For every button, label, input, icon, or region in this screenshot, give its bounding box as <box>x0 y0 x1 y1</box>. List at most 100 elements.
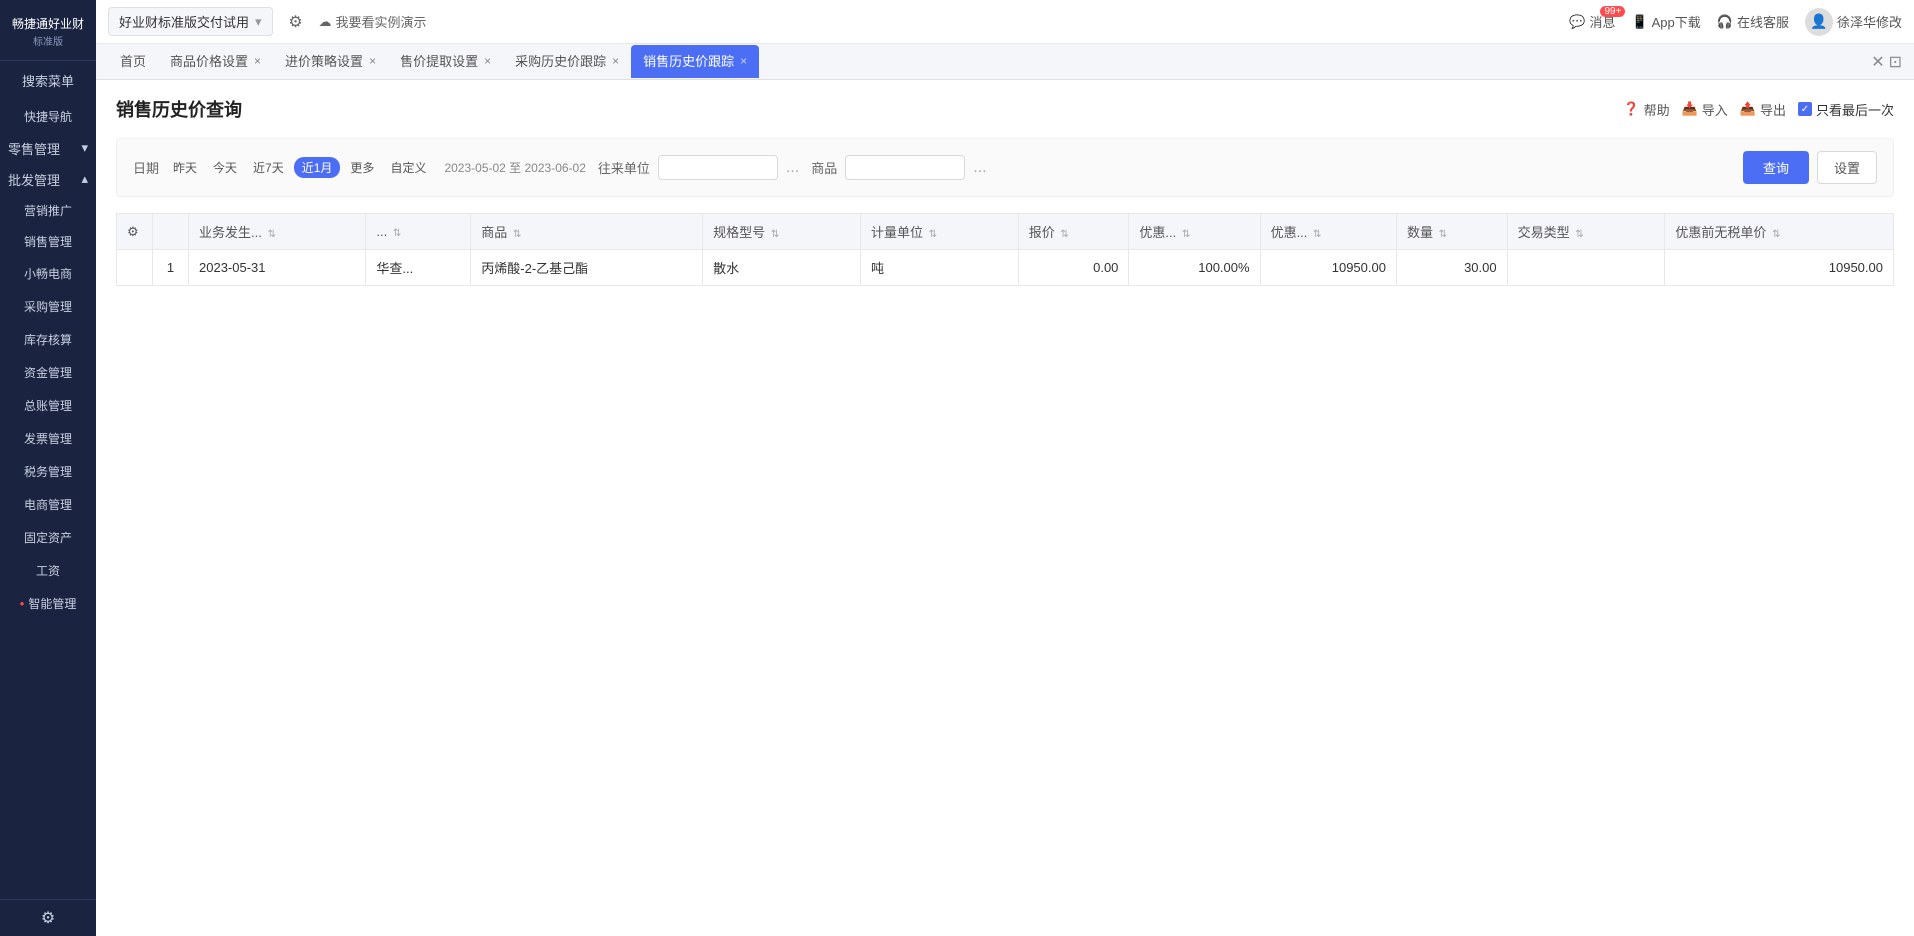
page-title: 销售历史价查询 <box>116 96 242 122</box>
sidebar-item-tax[interactable]: 税务管理 <box>0 455 96 488</box>
tab-sale-history-label: 销售历史价跟踪 <box>643 51 734 70</box>
export-label: 导出 <box>1760 100 1786 119</box>
td-idx: 1 <box>153 250 189 286</box>
sidebar-item-wholesale[interactable]: 批发管理 ▴ <box>0 164 96 195</box>
th-more-cols[interactable]: ... ⇅ <box>366 214 471 250</box>
sidebar-settings-icon[interactable]: ⚙ <box>8 908 88 928</box>
filter-bar: 日期 昨天 今天 近7天 近1月 更多 自定义 2023-05-02 至 202… <box>116 138 1894 197</box>
user-info[interactable]: 👤 徐泽华修改 <box>1805 8 1902 36</box>
sidebar-item-ecommerce[interactable]: 电商管理 <box>0 488 96 521</box>
tab-bar-actions: ✕ ⊡ <box>1871 52 1902 72</box>
export-button[interactable]: 📤 导出 <box>1740 100 1786 119</box>
tab-product-price[interactable]: 商品价格设置 × <box>158 45 273 78</box>
tab-home-label: 首页 <box>120 51 146 70</box>
tab-sale-extract-label: 售价提取设置 <box>400 51 478 70</box>
sort-icon-discount2: ⇅ <box>1313 229 1321 240</box>
sidebar-search[interactable]: 搜索菜单 <box>0 61 96 100</box>
online-service-label: 在线客服 <box>1737 12 1789 31</box>
tab-sale-extract[interactable]: 售价提取设置 × <box>388 45 503 78</box>
app-edition: 标准版 <box>33 33 63 48</box>
th-pretax-price[interactable]: 优惠前无税单价 ⇅ <box>1665 214 1894 250</box>
th-tx-type[interactable]: 交易类型 ⇅ <box>1507 214 1665 250</box>
app-selector[interactable]: 好业财标准版交付试用 ▾ <box>108 7 273 36</box>
app-name: 畅捷通好业财 <box>12 16 84 33</box>
th-price[interactable]: 报价 ⇅ <box>1018 214 1129 250</box>
th-discount1[interactable]: 优惠... ⇅ <box>1129 214 1260 250</box>
headset-icon: 🎧 <box>1717 14 1733 30</box>
date-option-more[interactable]: 更多 <box>344 157 380 178</box>
sort-icon-pretax: ⇅ <box>1772 229 1780 240</box>
th-discount2[interactable]: 优惠... ⇅ <box>1260 214 1396 250</box>
data-table: ⚙ 业务发生... ⇅ ... ⇅ 商品 ⇅ <box>116 213 1894 286</box>
filter-settings-button[interactable]: 设置 <box>1817 151 1877 184</box>
sidebar-item-ecommerce-small[interactable]: 小畅电商 <box>0 257 96 290</box>
tab-sale-history-close[interactable]: × <box>740 54 747 68</box>
tab-purchase-strategy[interactable]: 进价策略设置 × <box>273 45 388 78</box>
content-area: 销售历史价查询 ❓ 帮助 📥 导入 📤 导出 ✓ 只看最后一次 <box>96 80 1914 936</box>
app-download-button[interactable]: 📱 App下载 <box>1631 12 1700 31</box>
sidebar-item-fixed-assets[interactable]: 固定资产 <box>0 521 96 554</box>
date-filter-group: 日期 昨天 今天 近7天 近1月 更多 自定义 2023-05-02 至 202… <box>133 157 586 178</box>
tab-home[interactable]: 首页 <box>108 45 158 78</box>
sidebar-item-purchase[interactable]: 采购管理 <box>0 290 96 323</box>
sidebar-item-retail[interactable]: 零售管理 ▾ <box>0 133 96 164</box>
th-spec[interactable]: 规格型号 ⇅ <box>703 214 861 250</box>
date-option-last1m[interactable]: 近1月 <box>294 157 341 178</box>
sidebar-item-smart[interactable]: 智能管理 <box>0 587 96 620</box>
sidebar-item-marketing[interactable]: 营销推广 <box>0 195 96 226</box>
demo-link[interactable]: ☁ 我要看实例演示 <box>319 12 427 31</box>
th-biz-date[interactable]: 业务发生... ⇅ <box>189 214 366 250</box>
th-product[interactable]: 商品 ⇅ <box>471 214 703 250</box>
avatar: 👤 <box>1805 8 1833 36</box>
sort-icon-spec: ⇅ <box>771 229 779 240</box>
import-button[interactable]: 📥 导入 <box>1682 100 1728 119</box>
tab-product-price-close[interactable]: × <box>254 54 261 68</box>
date-option-today[interactable]: 今天 <box>207 157 243 178</box>
messages-button[interactable]: 💬 消息 99+ <box>1569 12 1615 31</box>
online-service-button[interactable]: 🎧 在线客服 <box>1717 12 1789 31</box>
tab-purchase-history[interactable]: 采购历史价跟踪 × <box>503 45 631 78</box>
td-spec: 散水 <box>703 250 861 286</box>
th-index <box>153 214 189 250</box>
date-option-yesterday[interactable]: 昨天 <box>167 157 203 178</box>
product-label: 商品 <box>811 158 837 177</box>
source-unit-input[interactable] <box>658 155 778 180</box>
top-bar: 好业财标准版交付试用 ▾ ⚙ ☁ 我要看实例演示 💬 消息 99+ 📱 App下… <box>96 0 1914 44</box>
tab-close-all-icon[interactable]: ✕ <box>1871 52 1884 72</box>
product-dots[interactable]: ... <box>973 159 986 177</box>
sort-icon-discount1: ⇅ <box>1182 229 1190 240</box>
td-price: 0.00 <box>1018 250 1129 286</box>
table-row[interactable]: 1 2023-05-31 华查... 丙烯酸-2-乙基己酯 散水 吨 0.00 … <box>117 250 1894 286</box>
checkbox-checked-icon: ✓ <box>1798 102 1812 116</box>
app-settings-button[interactable]: ⚙ <box>281 7 311 37</box>
query-button[interactable]: 查询 <box>1743 151 1809 184</box>
only-last-checkbox[interactable]: ✓ 只看最后一次 <box>1798 100 1894 119</box>
sidebar-item-payroll[interactable]: 工资 <box>0 554 96 587</box>
help-label: 帮助 <box>1644 100 1670 119</box>
tab-purchase-strategy-close[interactable]: × <box>369 54 376 68</box>
sort-icon-biz-date: ⇅ <box>267 229 275 240</box>
sidebar-item-invoice[interactable]: 发票管理 <box>0 422 96 455</box>
sidebar-item-finance[interactable]: 资金管理 <box>0 356 96 389</box>
sort-icon-product: ⇅ <box>513 229 521 240</box>
td-discount1: 100.00% <box>1129 250 1260 286</box>
tab-sale-history[interactable]: 销售历史价跟踪 × <box>631 45 759 78</box>
date-label: 日期 <box>133 158 159 177</box>
sidebar-item-sales[interactable]: 销售管理 <box>0 226 96 257</box>
th-qty[interactable]: 数量 ⇅ <box>1396 214 1507 250</box>
tab-sale-extract-close[interactable]: × <box>484 54 491 68</box>
date-option-custom[interactable]: 自定义 <box>384 157 432 178</box>
td-tx-type <box>1507 250 1665 286</box>
product-input[interactable] <box>845 155 965 180</box>
sidebar-item-inventory[interactable]: 库存核算 <box>0 323 96 356</box>
sidebar-item-ledger[interactable]: 总账管理 <box>0 389 96 422</box>
help-button[interactable]: ❓ 帮助 <box>1623 100 1669 119</box>
sort-icon-price: ⇅ <box>1060 229 1068 240</box>
source-unit-dots[interactable]: ... <box>786 159 799 177</box>
tab-purchase-history-close[interactable]: × <box>612 54 619 68</box>
th-unit[interactable]: 计量单位 ⇅ <box>860 214 1018 250</box>
sidebar-quick-nav[interactable]: 快捷导航 <box>0 100 96 133</box>
th-gear[interactable]: ⚙ <box>117 214 153 250</box>
tab-maximize-icon[interactable]: ⊡ <box>1889 52 1902 72</box>
date-option-last7[interactable]: 近7天 <box>247 157 290 178</box>
